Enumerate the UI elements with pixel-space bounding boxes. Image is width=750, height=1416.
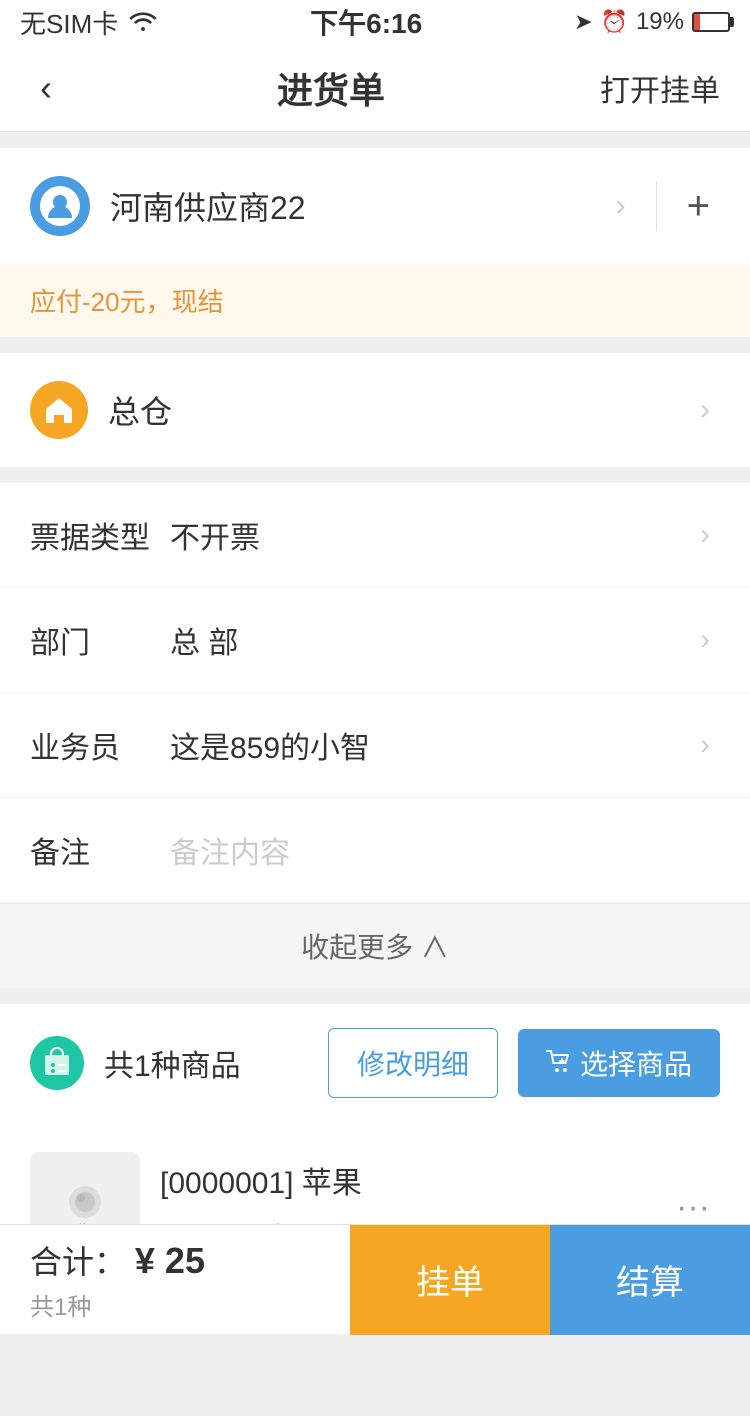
remarks-placeholder: 备注内容: [170, 828, 720, 872]
warehouse-card: 总仓 ›: [0, 353, 750, 467]
summary-total: 合计： ¥ 25: [30, 1237, 320, 1283]
cart-icon: [546, 1047, 572, 1079]
edit-detail-button[interactable]: 修改明细: [328, 1028, 498, 1098]
salesperson-label: 业务员: [30, 723, 170, 767]
page-title: 进货单: [277, 62, 385, 114]
alarm-icon: ⏰: [601, 9, 628, 35]
battery-label: 19%: [636, 8, 684, 36]
form-card: 票据类型 不开票 › 部门 总 部 › 业务员 这是859的小智 › 备注 备注…: [0, 483, 750, 988]
supplier-row[interactable]: 河南供应商22 › +: [0, 148, 750, 264]
products-count: 共1种商品: [104, 1041, 308, 1085]
location-icon: ➤: [574, 9, 592, 35]
status-left: 无SIM卡: [20, 4, 158, 41]
remarks-row[interactable]: 备注 备注内容: [0, 798, 750, 903]
products-header: 共1种商品 修改明细 选择商品: [0, 1004, 750, 1122]
summary-count: 共1种: [30, 1287, 320, 1322]
warehouse-name: 总仓: [108, 387, 700, 433]
department-value: 总 部: [170, 618, 700, 662]
supplier-chevron-icon: ›: [616, 189, 626, 223]
supplier-avatar: [30, 176, 90, 236]
bottom-summary-bar: 合计： ¥ 25 共1种 挂单 结算: [0, 1224, 750, 1334]
product-code: [0000001]: [160, 1167, 302, 1200]
invoice-type-row[interactable]: 票据类型 不开票 ›: [0, 483, 750, 588]
warehouse-row[interactable]: 总仓 ›: [0, 353, 750, 467]
summary-info: 合计： ¥ 25 共1种: [0, 1237, 350, 1322]
nav-bar: ‹ 进货单 打开挂单: [0, 44, 750, 132]
total-label: 合计：: [30, 1244, 126, 1280]
wifi-icon: [128, 7, 158, 38]
department-label: 部门: [30, 618, 170, 662]
divider: [656, 181, 657, 231]
battery-icon: [692, 12, 730, 32]
time-label: 下午6:16: [310, 2, 422, 42]
select-product-button[interactable]: 选择商品: [518, 1029, 720, 1097]
salesperson-chevron-icon: ›: [700, 728, 710, 762]
status-right: ➤ ⏰ 19%: [574, 8, 730, 36]
back-button[interactable]: ‹: [30, 57, 62, 119]
remarks-label: 备注: [30, 828, 170, 872]
products-icon: [30, 1036, 84, 1090]
notice-banner: 应付-20元，现结: [0, 264, 750, 337]
notice-text: 应付-20元，现结: [30, 287, 224, 317]
product-title: 苹果: [302, 1167, 362, 1200]
carrier-label: 无SIM卡: [20, 4, 118, 41]
warehouse-icon: [30, 381, 88, 439]
department-chevron-icon: ›: [700, 623, 710, 657]
department-row[interactable]: 部门 总 部 ›: [0, 588, 750, 693]
add-supplier-button[interactable]: +: [677, 184, 720, 229]
pending-button[interactable]: 挂单: [350, 1225, 550, 1335]
invoice-type-value: 不开票: [170, 513, 700, 557]
supplier-card: 河南供应商22 › + 应付-20元，现结: [0, 148, 750, 337]
salesperson-row[interactable]: 业务员 这是859的小智 ›: [0, 693, 750, 798]
invoice-chevron-icon: ›: [700, 518, 710, 552]
open-pending-button[interactable]: 打开挂单: [600, 66, 720, 110]
select-product-label: 选择商品: [580, 1043, 692, 1083]
collapse-button[interactable]: 收起更多 ∧: [0, 903, 750, 988]
warehouse-chevron-icon: ›: [700, 393, 710, 427]
supplier-name: 河南供应商22: [110, 183, 616, 229]
total-amount: ¥ 25: [135, 1240, 205, 1281]
salesperson-value: 这是859的小智: [170, 723, 700, 767]
product-name: [0000001] 苹果: [160, 1158, 646, 1202]
invoice-type-label: 票据类型: [30, 513, 170, 557]
status-bar: 无SIM卡 下午6:16 ➤ ⏰ 19%: [0, 0, 750, 44]
settle-button[interactable]: 结算: [550, 1225, 750, 1335]
